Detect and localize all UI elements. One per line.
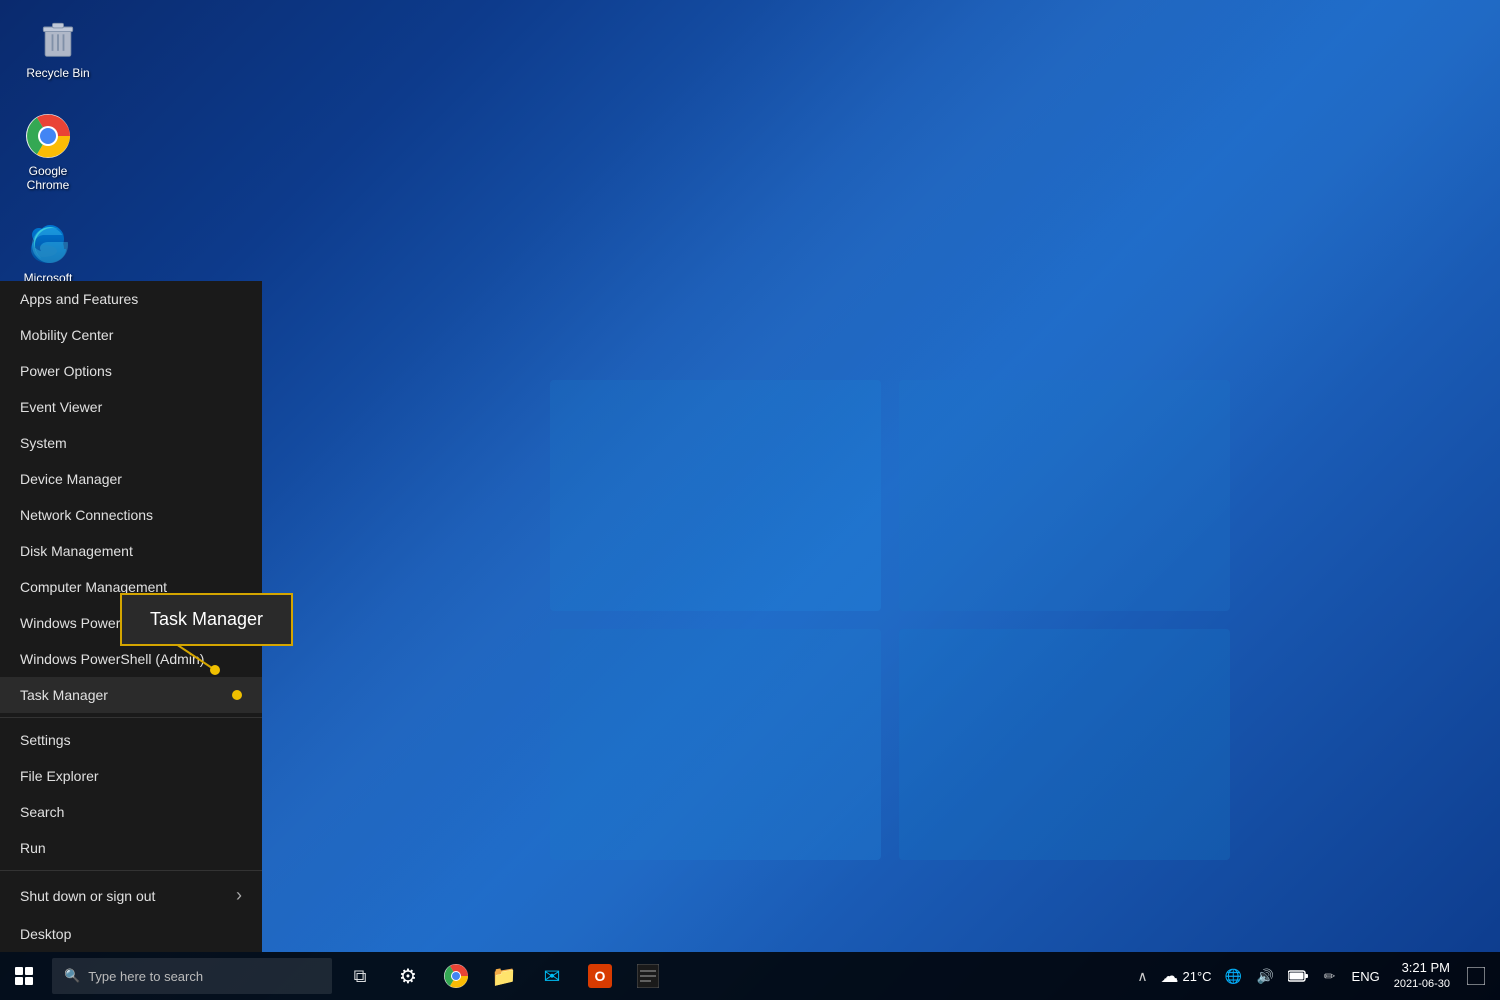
google-chrome-image bbox=[24, 112, 72, 160]
system-tray: ∧ ☁ 21°C 🌐 🔊 bbox=[1133, 952, 1500, 1000]
task-manager-indicator bbox=[232, 690, 242, 700]
win-pane-4 bbox=[899, 629, 1230, 860]
volume-icon[interactable]: 🔊 bbox=[1252, 952, 1280, 1000]
menu-item-search[interactable]: Search bbox=[0, 794, 262, 830]
time-display: 3:21 PM bbox=[1394, 960, 1450, 977]
date-display: 2021-06-30 bbox=[1394, 977, 1450, 991]
search-icon: 🔍 bbox=[64, 968, 80, 984]
desktop: Recycle Bin Google Chrome bbox=[0, 0, 1500, 1000]
menu-item-file-explorer[interactable]: File Explorer bbox=[0, 758, 262, 794]
recycle-bin-label: Recycle Bin bbox=[26, 66, 89, 80]
chevron-up-icon: ∧ bbox=[1137, 968, 1147, 985]
task-manager-tooltip: Task Manager bbox=[120, 593, 293, 646]
menu-item-event-viewer[interactable]: Event Viewer bbox=[0, 389, 262, 425]
google-chrome-icon[interactable]: Google Chrome bbox=[8, 108, 88, 197]
menu-item-network-connections[interactable]: Network Connections bbox=[0, 497, 262, 533]
temperature-label: 21°C bbox=[1183, 969, 1212, 984]
gear-icon: ⚙ bbox=[399, 964, 417, 989]
taskbar-search-label: Type here to search bbox=[88, 969, 203, 984]
windows-start-icon bbox=[15, 967, 33, 985]
taskbar-office-icon[interactable]: O bbox=[576, 952, 624, 1000]
taskbar-search[interactable]: 🔍 Type here to search bbox=[52, 958, 332, 994]
language-indicator[interactable]: ENG bbox=[1348, 969, 1384, 984]
google-chrome-label: Google Chrome bbox=[12, 164, 84, 193]
folder-icon: 📁 bbox=[492, 964, 517, 989]
recycle-bin-image bbox=[34, 14, 82, 62]
menu-item-shut-down[interactable]: Shut down or sign out bbox=[0, 875, 262, 916]
win-pane-1 bbox=[550, 380, 881, 611]
task-view-button[interactable]: ⧉ bbox=[336, 952, 384, 1000]
notification-button[interactable] bbox=[1460, 952, 1492, 1000]
microsoft-edge-image bbox=[24, 219, 72, 267]
menu-item-desktop[interactable]: Desktop bbox=[0, 916, 262, 952]
menu-separator-1 bbox=[0, 717, 262, 718]
menu-item-settings[interactable]: Settings bbox=[0, 722, 262, 758]
cloud-icon: ☁ bbox=[1161, 966, 1179, 987]
menu-item-task-manager[interactable]: Task Manager bbox=[0, 677, 262, 713]
win-pane-2 bbox=[899, 380, 1230, 611]
menu-item-device-manager[interactable]: Device Manager bbox=[0, 461, 262, 497]
win-pane-3 bbox=[550, 629, 881, 860]
weather-widget[interactable]: ☁ 21°C bbox=[1161, 966, 1212, 987]
network-icon[interactable]: 🌐 bbox=[1220, 952, 1248, 1000]
task-view-icon: ⧉ bbox=[354, 966, 367, 987]
menu-item-system[interactable]: System bbox=[0, 425, 262, 461]
notification-icon bbox=[1467, 967, 1485, 985]
menu-item-mobility-center[interactable]: Mobility Center bbox=[0, 317, 262, 353]
taskbar-file-explorer-icon[interactable]: 📁 bbox=[480, 952, 528, 1000]
pen-icon[interactable]: ✏ bbox=[1316, 952, 1344, 1000]
battery-icon[interactable] bbox=[1284, 952, 1312, 1000]
menu-item-windows-powershell-admin[interactable]: Windows PowerShell (Admin) bbox=[0, 641, 262, 677]
taskbar-mail-icon[interactable]: ✉ bbox=[528, 952, 576, 1000]
menu-item-apps-and-features[interactable]: Apps and Features bbox=[0, 281, 262, 317]
system-tray-expand[interactable]: ∧ bbox=[1133, 952, 1153, 1000]
menu-item-disk-management[interactable]: Disk Management bbox=[0, 533, 262, 569]
taskbar: 🔍 Type here to search ⧉ ⚙ 📁 ✉ bbox=[0, 952, 1500, 1000]
menu-separator-2 bbox=[0, 870, 262, 871]
menu-item-power-options[interactable]: Power Options bbox=[0, 353, 262, 389]
windows-logo bbox=[550, 380, 1230, 860]
svg-text:O: O bbox=[595, 968, 606, 984]
clock[interactable]: 3:21 PM 2021-06-30 bbox=[1388, 958, 1456, 993]
taskbar-settings-icon[interactable]: ⚙ bbox=[384, 952, 432, 1000]
taskbar-notes-icon[interactable] bbox=[624, 952, 672, 1000]
start-button[interactable] bbox=[0, 952, 48, 1000]
mail-icon: ✉ bbox=[544, 964, 561, 989]
menu-item-run[interactable]: Run bbox=[0, 830, 262, 866]
taskbar-chrome-icon[interactable] bbox=[432, 952, 480, 1000]
recycle-bin-icon[interactable]: Recycle Bin bbox=[18, 10, 98, 84]
